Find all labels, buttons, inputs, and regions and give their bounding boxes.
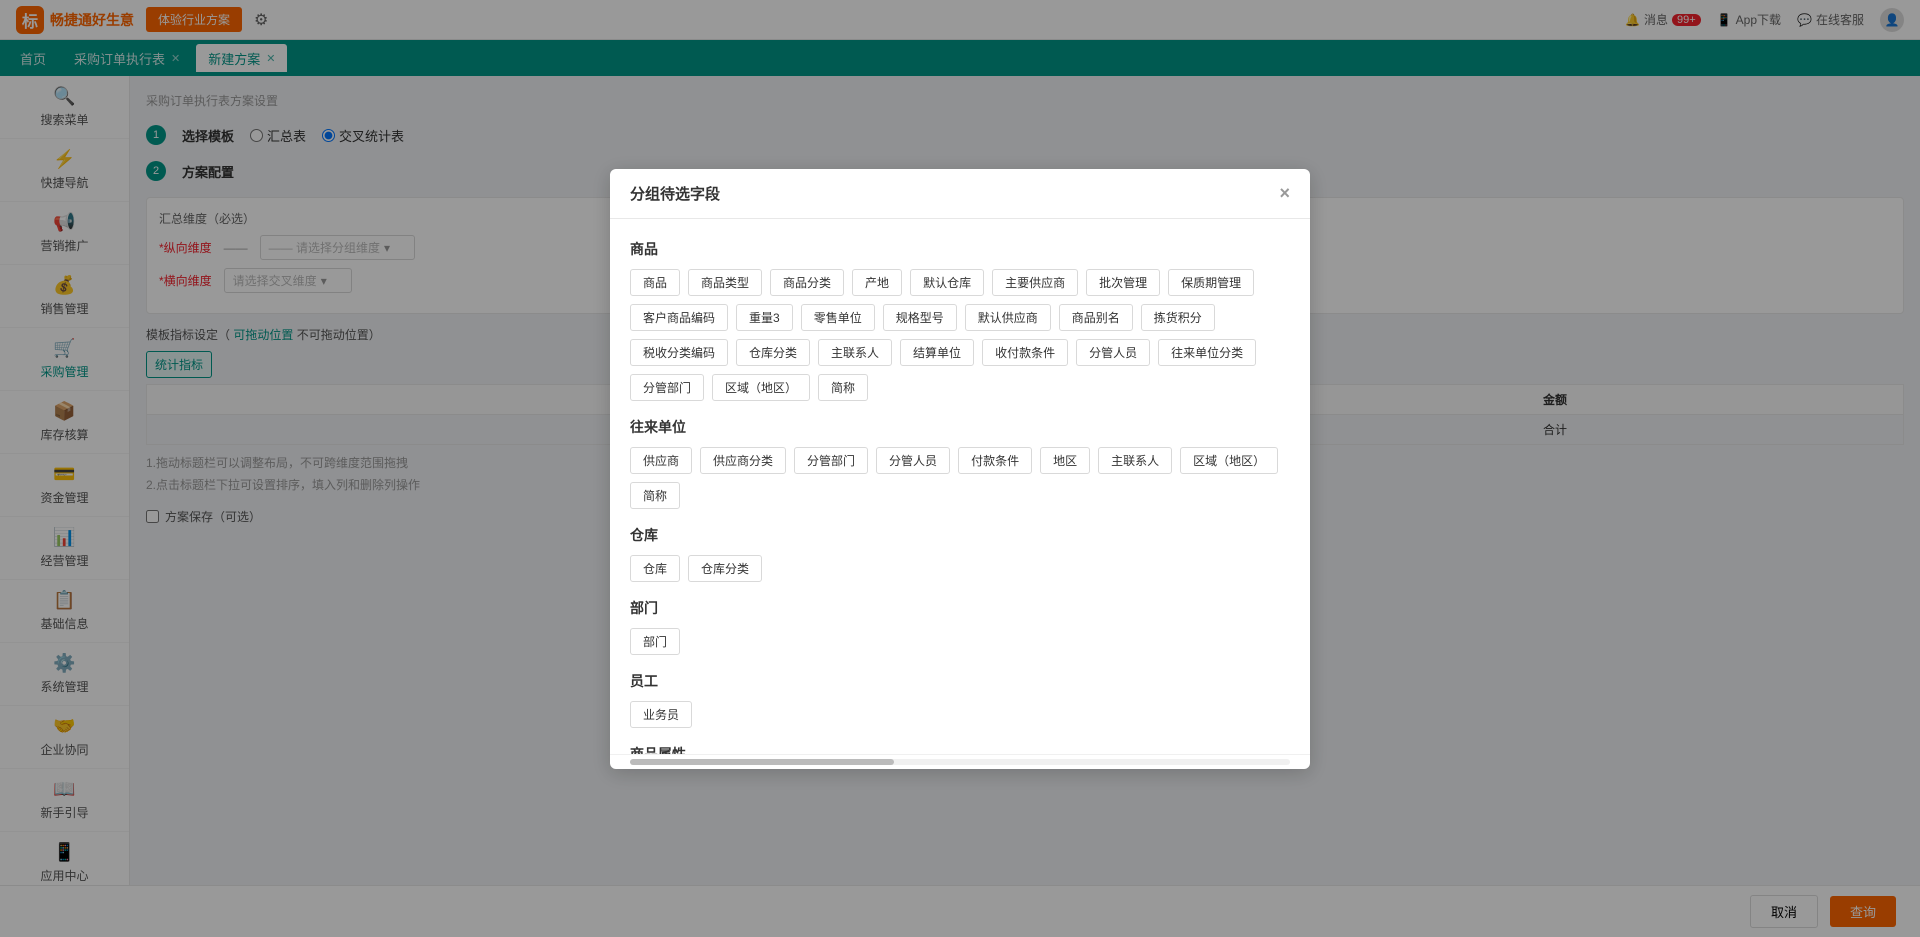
field-tag-origin[interactable]: 产地 [852,269,902,296]
group-fields-warehouse: 仓库 仓库分类 [630,555,1290,582]
field-tag-spec[interactable]: 规格型号 [883,304,957,331]
field-tag-alias[interactable]: 商品别名 [1059,304,1133,331]
field-tag-batch[interactable]: 批次管理 [1086,269,1160,296]
field-tag-main-supplier[interactable]: 主要供应商 [992,269,1078,296]
field-tag-goods-type[interactable]: 商品类型 [688,269,762,296]
field-tag-tax-code[interactable]: 税收分类编码 [630,339,728,366]
group-fields-goods: 商品 商品类型 商品分类 产地 默认仓库 主要供应商 批次管理 保质期管理 客户… [630,269,1290,401]
field-tag-partner-cat[interactable]: 往来单位分类 [1158,339,1256,366]
field-tag-default-warehouse[interactable]: 默认仓库 [910,269,984,296]
field-tag-manager[interactable]: 分管人员 [1076,339,1150,366]
group-title-goods: 商品 [630,239,1290,259]
hscroll-track [630,759,1290,765]
field-tag-partner-manager[interactable]: 分管人员 [876,447,950,474]
field-tag-warehouse[interactable]: 仓库 [630,555,680,582]
field-tag-shortname-partner[interactable]: 简称 [630,482,680,509]
field-tag-pick-points[interactable]: 拣货积分 [1141,304,1215,331]
field-tag-expiry[interactable]: 保质期管理 [1168,269,1254,296]
field-tag-main-contact2[interactable]: 主联系人 [1098,447,1172,474]
field-tag-dept[interactable]: 分管部门 [630,374,704,401]
field-tag-goods[interactable]: 商品 [630,269,680,296]
field-tag-area[interactable]: 地区 [1040,447,1090,474]
modal-body: 商品 商品 商品类型 商品分类 产地 默认仓库 主要供应商 批次管理 保质期管理… [610,219,1310,754]
field-tag-customer-code[interactable]: 客户商品编码 [630,304,728,331]
field-tag-region-partner[interactable]: 区域（地区） [1180,447,1278,474]
field-tag-payment-terms[interactable]: 收付款条件 [982,339,1068,366]
modal-close-btn[interactable]: × [1279,184,1290,202]
field-tag-department[interactable]: 部门 [630,628,680,655]
field-tag-shortname-goods[interactable]: 简称 [818,374,868,401]
field-tag-salesperson[interactable]: 业务员 [630,701,692,728]
field-tag-warehouse-cat[interactable]: 仓库分类 [736,339,810,366]
group-title-warehouse: 仓库 [630,525,1290,545]
group-fields-staff: 业务员 [630,701,1290,728]
modal-overlay: 分组待选字段 × 商品 商品 商品类型 商品分类 产地 默认仓库 主要供应商 批… [0,0,1920,937]
hscroll-thumb [630,759,894,765]
field-tag-goods-cat[interactable]: 商品分类 [770,269,844,296]
group-title-staff: 员工 [630,671,1290,691]
group-fields-partner: 供应商 供应商分类 分管部门 分管人员 付款条件 地区 主联系人 区域（地区） … [630,447,1290,509]
field-tag-weight[interactable]: 重量3 [736,304,793,331]
field-tag-warehouse-category[interactable]: 仓库分类 [688,555,762,582]
field-tag-default-supplier[interactable]: 默认供应商 [965,304,1051,331]
field-tag-payment-cond[interactable]: 付款条件 [958,447,1032,474]
field-tag-main-contact[interactable]: 主联系人 [818,339,892,366]
modal-hscrollbar[interactable] [610,754,1310,769]
modal-title: 分组待选字段 [630,183,720,204]
group-title-partner: 往来单位 [630,417,1290,437]
field-select-modal: 分组待选字段 × 商品 商品 商品类型 商品分类 产地 默认仓库 主要供应商 批… [610,169,1310,769]
modal-header: 分组待选字段 × [610,169,1310,219]
group-title-dept: 部门 [630,598,1290,618]
group-title-attr: 商品属性 [630,744,1290,754]
group-fields-dept: 部门 [630,628,1290,655]
field-tag-settlement-unit[interactable]: 结算单位 [900,339,974,366]
field-tag-region-goods[interactable]: 区域（地区） [712,374,810,401]
field-tag-retail-unit[interactable]: 零售单位 [801,304,875,331]
field-tag-supplier[interactable]: 供应商 [630,447,692,474]
field-tag-partner-dept[interactable]: 分管部门 [794,447,868,474]
field-tag-supplier-cat[interactable]: 供应商分类 [700,447,786,474]
